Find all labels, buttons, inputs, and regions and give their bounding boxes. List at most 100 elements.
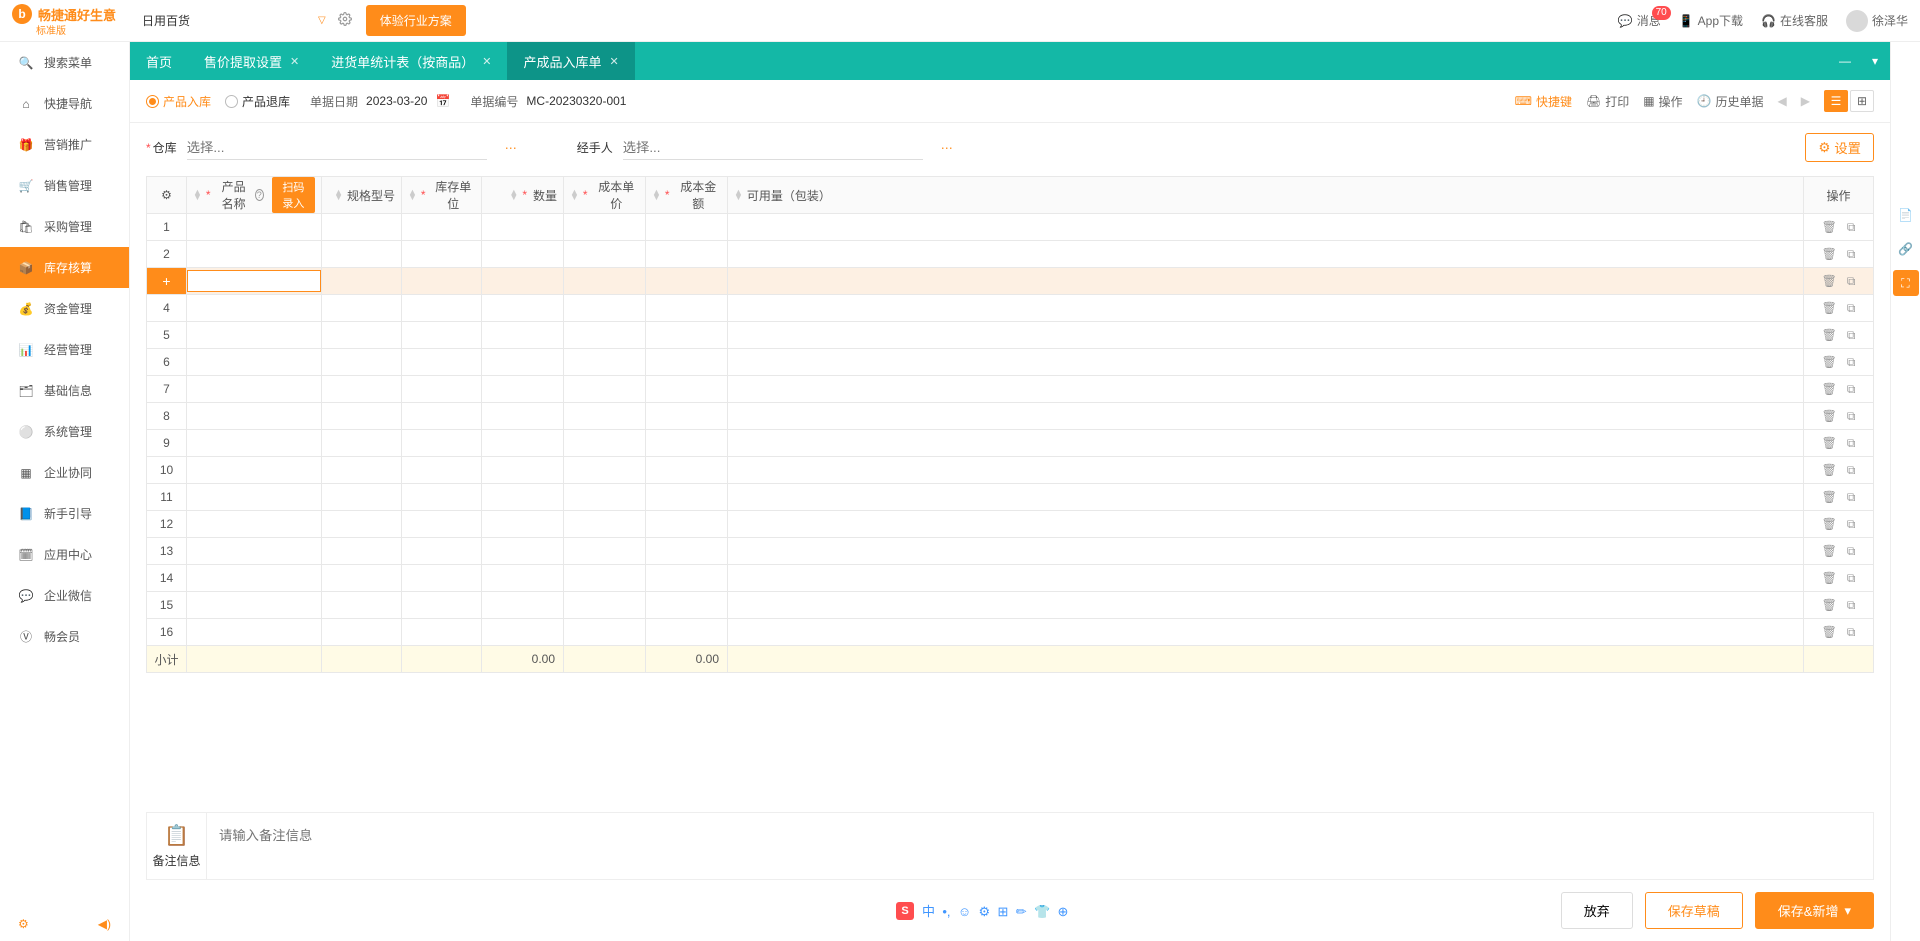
table-row[interactable]: 2🗑⧉ bbox=[147, 241, 1874, 268]
radio-product-out[interactable]: 产品退库 bbox=[225, 93, 290, 110]
delete-icon[interactable]: 🗑 bbox=[1822, 544, 1837, 559]
copy-icon[interactable]: ⧉ bbox=[1847, 571, 1856, 586]
col-product-name[interactable]: ▲▼*产品名称?扫码录入 bbox=[187, 177, 322, 214]
gear-icon[interactable] bbox=[338, 12, 352, 29]
sidebar-item-10[interactable]: ▦企业协同 bbox=[0, 452, 129, 493]
experience-plan-button[interactable]: 体验行业方案 bbox=[366, 5, 466, 36]
table-row[interactable]: 14🗑⧉ bbox=[147, 565, 1874, 592]
next-icon[interactable]: ▶ bbox=[1801, 94, 1810, 108]
delete-icon[interactable]: 🗑 bbox=[1822, 409, 1837, 424]
delete-icon[interactable]: 🗑 bbox=[1822, 517, 1837, 532]
user-menu[interactable]: 徐泽华 bbox=[1846, 10, 1908, 32]
sidebar-item-1[interactable]: ⌂快捷导航 bbox=[0, 83, 129, 124]
more-icon[interactable]: ⋯ bbox=[941, 141, 953, 155]
sidebar-item-14[interactable]: Ⓥ畅会员 bbox=[0, 616, 129, 657]
copy-icon[interactable]: ⧉ bbox=[1847, 355, 1856, 370]
table-row[interactable]: 9🗑⧉ bbox=[147, 430, 1874, 457]
copy-icon[interactable]: ⧉ bbox=[1847, 247, 1856, 262]
copy-icon[interactable]: ⧉ bbox=[1847, 517, 1856, 532]
discard-button[interactable]: 放弃 bbox=[1561, 892, 1633, 929]
prev-icon[interactable]: ◀ bbox=[1778, 94, 1787, 108]
tab-3[interactable]: 产成品入库单✕ bbox=[507, 42, 634, 80]
delete-icon[interactable]: 🗑 bbox=[1822, 301, 1837, 316]
operate-button[interactable]: ▦ 操作 bbox=[1643, 93, 1682, 110]
more-icon[interactable]: ⋯ bbox=[505, 141, 517, 155]
tab-1[interactable]: 售价提取设置✕ bbox=[188, 42, 315, 80]
tab-0[interactable]: 首页 bbox=[130, 42, 188, 80]
sidebar-item-13[interactable]: 💬企业微信 bbox=[0, 575, 129, 616]
handler-input[interactable] bbox=[623, 136, 923, 160]
copy-icon[interactable]: ⧉ bbox=[1847, 409, 1856, 424]
col-gear[interactable]: ⚙ bbox=[147, 177, 187, 214]
shortcut-button[interactable]: ⌨ 快捷键 bbox=[1515, 93, 1572, 110]
tab-2[interactable]: 进货单统计表（按商品）✕ bbox=[315, 42, 507, 80]
copy-icon[interactable]: ⧉ bbox=[1847, 328, 1856, 343]
col-price[interactable]: ▲▼*成本单价 bbox=[564, 177, 646, 214]
delete-icon[interactable]: 🗑 bbox=[1822, 247, 1837, 262]
delete-icon[interactable]: 🗑 bbox=[1822, 571, 1837, 586]
delete-icon[interactable]: 🗑 bbox=[1822, 355, 1837, 370]
delete-icon[interactable]: 🗑 bbox=[1822, 625, 1837, 640]
delete-icon[interactable]: 🗑 bbox=[1822, 598, 1837, 613]
tab-minimize-button[interactable]: — bbox=[1830, 42, 1860, 80]
add-row-icon[interactable]: + bbox=[158, 272, 176, 290]
save-new-button[interactable]: 保存&新增 ▾ bbox=[1755, 892, 1874, 929]
col-spec[interactable]: ▲▼规格型号 bbox=[322, 177, 402, 214]
close-icon[interactable]: ✕ bbox=[610, 55, 619, 68]
table-row[interactable]: 6🗑⧉ bbox=[147, 349, 1874, 376]
sidebar-item-6[interactable]: 💰资金管理 bbox=[0, 288, 129, 329]
product-name-input[interactable] bbox=[187, 270, 321, 292]
table-row[interactable]: 1🗑⧉ bbox=[147, 214, 1874, 241]
delete-icon[interactable]: 🗑 bbox=[1822, 436, 1837, 451]
col-qty[interactable]: ▲▼*数量 bbox=[482, 177, 564, 214]
print-button[interactable]: 🖨 打印 bbox=[1586, 93, 1629, 110]
delete-icon[interactable]: 🗑 bbox=[1822, 490, 1837, 505]
radio-product-in[interactable]: 产品入库 bbox=[146, 93, 211, 110]
delete-icon[interactable]: 🗑 bbox=[1822, 382, 1837, 397]
sidebar-item-5[interactable]: 📦库存核算 bbox=[0, 247, 129, 288]
settings-button[interactable]: ⚙ 设置 bbox=[1805, 133, 1874, 162]
app-download-link[interactable]: 📱 App下载 bbox=[1679, 12, 1743, 29]
table-row[interactable]: 4🗑⧉ bbox=[147, 295, 1874, 322]
calendar-icon[interactable]: 📅 bbox=[435, 94, 450, 108]
delete-icon[interactable]: 🗑 bbox=[1822, 274, 1837, 289]
sidebar-item-8[interactable]: 🗂基础信息 bbox=[0, 370, 129, 411]
close-icon[interactable]: ✕ bbox=[290, 55, 299, 68]
rail-note-icon[interactable]: 📄 bbox=[1893, 202, 1919, 228]
table-row[interactable]: 16🗑⧉ bbox=[147, 619, 1874, 646]
messages-link[interactable]: 💬 消息 70 bbox=[1618, 12, 1661, 29]
sidebar-item-9[interactable]: ⚪系统管理 bbox=[0, 411, 129, 452]
copy-icon[interactable]: ⧉ bbox=[1847, 625, 1856, 640]
table-row[interactable]: + 🗑 ⧉ bbox=[147, 268, 1874, 295]
close-icon[interactable]: ✕ bbox=[482, 55, 491, 68]
rail-link-icon[interactable]: 🔗 bbox=[1893, 236, 1919, 262]
table-row[interactable]: 15🗑⧉ bbox=[147, 592, 1874, 619]
tab-menu-button[interactable]: ▾ bbox=[1860, 42, 1890, 80]
history-button[interactable]: 🕘 历史单据 bbox=[1697, 93, 1764, 110]
col-unit[interactable]: ▲▼*库存单位 bbox=[402, 177, 482, 214]
copy-icon[interactable]: ⧉ bbox=[1847, 274, 1856, 289]
copy-icon[interactable]: ⧉ bbox=[1847, 490, 1856, 505]
sidebar-item-0[interactable]: 🔍搜索菜单 bbox=[0, 42, 129, 83]
copy-icon[interactable]: ⧉ bbox=[1847, 382, 1856, 397]
sidebar-item-12[interactable]: 🗓应用中心 bbox=[0, 534, 129, 575]
view-detail-button[interactable]: ⊞ bbox=[1850, 90, 1874, 112]
table-row[interactable]: 12🗑⧉ bbox=[147, 511, 1874, 538]
copy-icon[interactable]: ⧉ bbox=[1847, 220, 1856, 235]
view-list-button[interactable]: ☰ bbox=[1824, 90, 1848, 112]
table-row[interactable]: 10🗑⧉ bbox=[147, 457, 1874, 484]
sidebar-item-3[interactable]: 🛒销售管理 bbox=[0, 165, 129, 206]
date-value[interactable]: 2023-03-20 bbox=[366, 94, 427, 108]
store-selector[interactable]: 日用百货 ▽ bbox=[142, 12, 326, 29]
scan-button[interactable]: 扫码录入 bbox=[272, 177, 315, 213]
collapse-icon[interactable]: ◀) bbox=[98, 917, 111, 931]
copy-icon[interactable]: ⧉ bbox=[1847, 463, 1856, 478]
table-row[interactable]: 7🗑⧉ bbox=[147, 376, 1874, 403]
copy-icon[interactable]: ⧉ bbox=[1847, 436, 1856, 451]
table-row[interactable]: 5🗑⧉ bbox=[147, 322, 1874, 349]
copy-icon[interactable]: ⧉ bbox=[1847, 544, 1856, 559]
delete-icon[interactable]: 🗑 bbox=[1822, 463, 1837, 478]
save-draft-button[interactable]: 保存草稿 bbox=[1645, 892, 1743, 929]
copy-icon[interactable]: ⧉ bbox=[1847, 301, 1856, 316]
remarks-input[interactable] bbox=[207, 813, 1873, 879]
